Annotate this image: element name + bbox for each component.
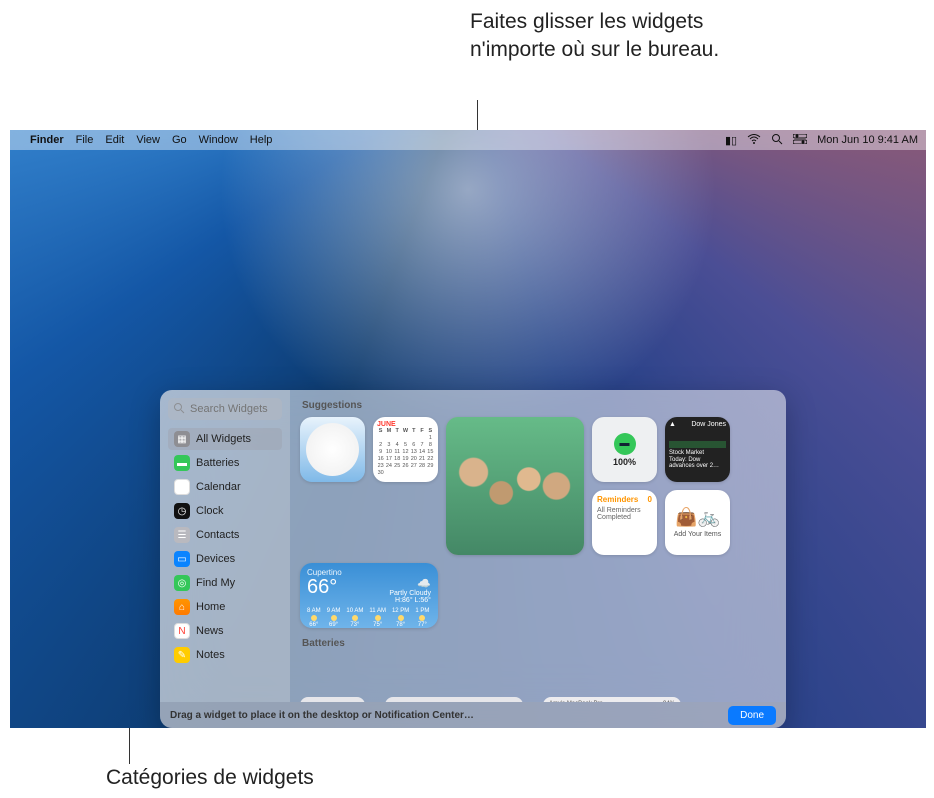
category-all-widgets[interactable]: ▦ All Widgets xyxy=(168,428,282,450)
stock-line1: Stock Market xyxy=(669,450,726,457)
stock-line3: advances over 2… xyxy=(669,463,726,470)
home-icon: ⌂ xyxy=(174,599,190,615)
category-label: Find My xyxy=(196,577,235,589)
category-label: Contacts xyxy=(196,529,239,541)
annotation-drag-widgets: Faites glisser les widgets n'importe où … xyxy=(470,8,730,65)
menu-help[interactable]: Help xyxy=(250,134,273,146)
tips-caption: Add Your Items xyxy=(674,531,721,538)
category-news[interactable]: N News xyxy=(168,620,282,642)
reminders-count: 0 xyxy=(648,495,652,504)
battery-percent: 100% xyxy=(613,457,636,467)
tips-illustration: 👜🚲 xyxy=(675,507,720,528)
widget-gallery-window: ▦ All Widgets ▬ Batteries 17 Calendar ◷ … xyxy=(160,390,786,728)
menu-view[interactable]: View xyxy=(136,134,160,146)
category-label: Notes xyxy=(196,649,225,661)
widget-gallery-sidebar: ▦ All Widgets ▬ Batteries 17 Calendar ◷ … xyxy=(160,390,290,702)
clock-icon: ◷ xyxy=(174,503,190,519)
widget-weather[interactable]: Cupertino 66° ☁️ Partly Cloudy H:86° L:5… xyxy=(300,563,438,628)
footer-hint-text: Drag a widget to place it on the desktop… xyxy=(170,710,474,721)
category-label: News xyxy=(196,625,224,637)
widget-tips[interactable]: 👜🚲 Add Your Items xyxy=(665,490,730,555)
search-widgets-input[interactable] xyxy=(168,398,282,420)
category-label: Batteries xyxy=(196,457,239,469)
battery-status-icon[interactable]: ▮▯ xyxy=(725,134,737,147)
widget-stocks[interactable]: ▲Dow Jones Stock Market Today: Dow advan… xyxy=(665,417,730,482)
category-devices[interactable]: ▭ Devices xyxy=(168,548,282,570)
category-batteries[interactable]: ▬ Batteries xyxy=(168,452,282,474)
contacts-icon: ☰ xyxy=(174,527,190,543)
weather-condition: Partly Cloudy xyxy=(389,590,431,597)
calendar-month: JUNE xyxy=(377,421,434,428)
category-label: Clock xyxy=(196,505,224,517)
category-clock[interactable]: ◷ Clock xyxy=(168,500,282,522)
find-my-icon: ◎ xyxy=(174,575,190,591)
category-calendar[interactable]: 17 Calendar xyxy=(168,476,282,498)
reminders-subtitle: All Reminders Completed xyxy=(597,507,652,521)
section-title-suggestions: Suggestions xyxy=(302,400,776,411)
section-title-batteries: Batteries xyxy=(302,638,776,649)
category-label: All Widgets xyxy=(196,433,251,445)
menubar: Finder File Edit View Go Window Help ▮▯ … xyxy=(10,130,926,150)
done-button[interactable]: Done xyxy=(728,706,776,725)
reminders-title: Reminders xyxy=(597,495,638,504)
menu-edit[interactable]: Edit xyxy=(105,134,124,146)
weather-hilo: H:86° L:56° xyxy=(389,597,431,604)
control-center-icon[interactable] xyxy=(793,134,807,147)
widget-reminders[interactable]: Reminders 0 All Reminders Completed xyxy=(592,490,657,555)
spotlight-icon[interactable] xyxy=(771,133,783,148)
news-icon: N xyxy=(174,623,190,639)
weather-temp: 66° xyxy=(307,577,337,597)
grid-icon: ▦ xyxy=(174,431,190,447)
weather-location: Cupertino xyxy=(307,568,431,577)
menu-window[interactable]: Window xyxy=(199,134,238,146)
widget-gallery-footer: Drag a widget to place it on the desktop… xyxy=(160,702,786,728)
menu-file[interactable]: File xyxy=(76,134,94,146)
notes-icon: ✎ xyxy=(174,647,190,663)
widget-photos[interactable] xyxy=(446,417,584,555)
category-notes[interactable]: ✎ Notes xyxy=(168,644,282,666)
battery-circle-icon xyxy=(614,433,636,455)
widget-gallery-content: Suggestions JUNE SMTWTFS1234567891011121… xyxy=(290,390,786,702)
stock-symbol: Dow Jones xyxy=(691,421,726,428)
category-home[interactable]: ⌂ Home xyxy=(168,596,282,618)
widget-calendar[interactable]: JUNE SMTWTFS1234567891011121314151617181… xyxy=(373,417,438,482)
wifi-icon[interactable] xyxy=(747,134,761,147)
calendar-icon: 17 xyxy=(174,479,190,495)
menubar-datetime[interactable]: Mon Jun 10 9:41 AM xyxy=(817,134,918,146)
annotation-widget-categories: Catégories de widgets xyxy=(106,764,314,792)
menubar-app-name[interactable]: Finder xyxy=(30,134,64,146)
category-label: Devices xyxy=(196,553,235,565)
menu-go[interactable]: Go xyxy=(172,134,187,146)
category-find-my[interactable]: ◎ Find My xyxy=(168,572,282,594)
macos-desktop: Finder File Edit View Go Window Help ▮▯ … xyxy=(10,130,926,728)
widget-battery-small[interactable]: 100% xyxy=(592,417,657,482)
category-label: Calendar xyxy=(196,481,241,493)
battery-icon: ▬ xyxy=(174,455,190,471)
devices-icon: ▭ xyxy=(174,551,190,567)
stock-line2: Today: Dow xyxy=(669,457,726,464)
widget-clock[interactable] xyxy=(300,417,365,482)
category-contacts[interactable]: ☰ Contacts xyxy=(168,524,282,546)
category-label: Home xyxy=(196,601,225,613)
